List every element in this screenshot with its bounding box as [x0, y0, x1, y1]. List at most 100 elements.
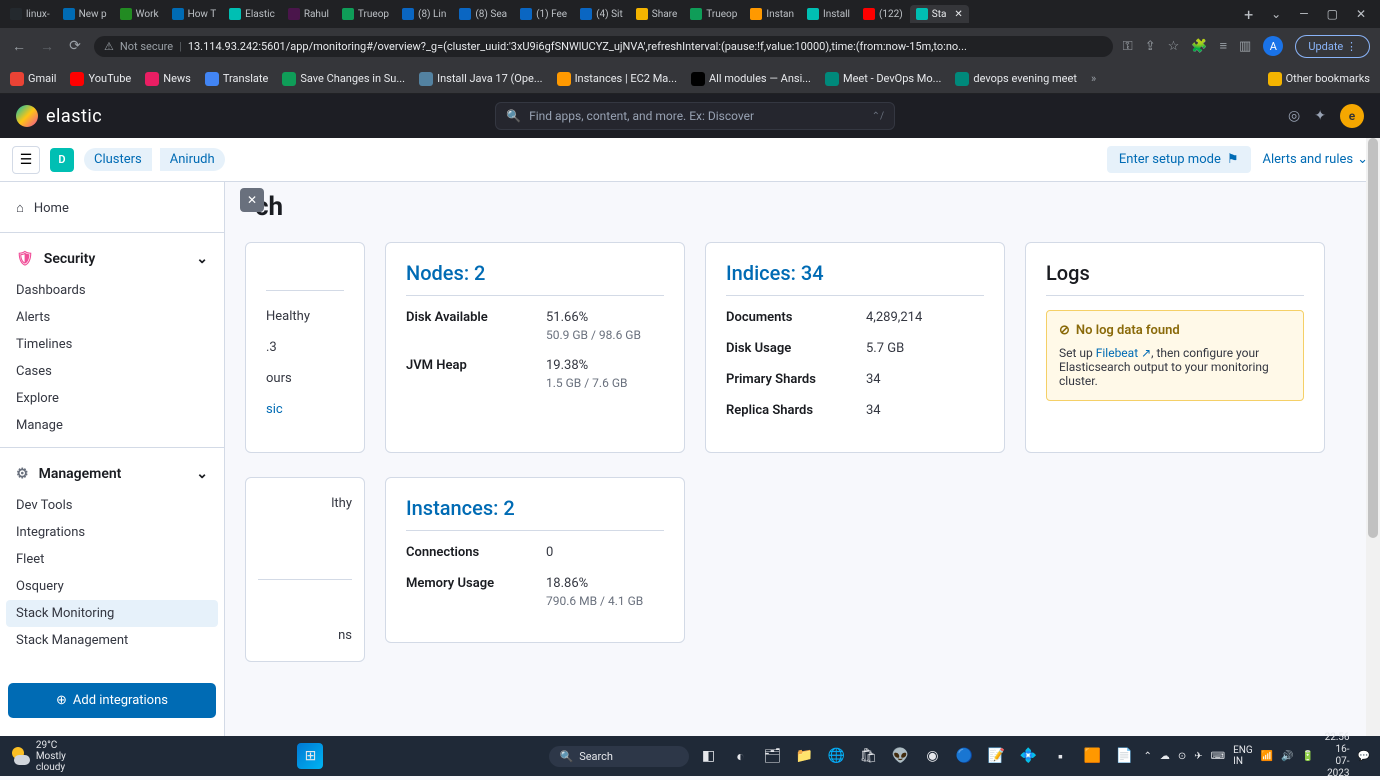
- support-icon[interactable]: ◎: [1288, 108, 1300, 124]
- sidebar-item[interactable]: Fleet: [0, 546, 224, 573]
- terminal-icon[interactable]: ▪: [1047, 743, 1073, 769]
- nodes-link[interactable]: Nodes: 2: [406, 261, 664, 296]
- breadcrumb-clusters[interactable]: Clusters: [84, 148, 152, 171]
- sidebar-item[interactable]: Stack Management: [0, 627, 224, 654]
- edge-icon[interactable]: 🌐: [823, 743, 849, 769]
- sidebar-home[interactable]: ⌂ Home: [0, 192, 224, 224]
- clock[interactable]: 22:56 16-07-2023: [1322, 732, 1349, 780]
- filebeat-link[interactable]: Filebeat ↗: [1096, 346, 1151, 360]
- sidepanel-icon[interactable]: ▥: [1239, 39, 1251, 54]
- weather-widget[interactable]: 29°C Mostly cloudy: [10, 740, 91, 773]
- back-icon[interactable]: ←: [10, 38, 28, 55]
- wifi-icon[interactable]: 📶: [1261, 751, 1273, 762]
- bookmark-item[interactable]: devops evening meet: [955, 72, 1077, 86]
- bookmark-item[interactable]: YouTube: [70, 72, 131, 86]
- reddit-icon[interactable]: 👽: [887, 743, 913, 769]
- browser-tab[interactable]: Trueop: [684, 5, 743, 23]
- browser-tab[interactable]: linux-: [4, 5, 56, 23]
- chrome-icon[interactable]: 🔵: [951, 743, 977, 769]
- bookmark-item[interactable]: News: [145, 72, 191, 86]
- bookmark-item[interactable]: Translate: [205, 72, 269, 86]
- indices-link[interactable]: Indices: 34: [726, 261, 984, 296]
- minimize-icon[interactable]: —: [1299, 7, 1308, 21]
- browser-tab[interactable]: (1) Fee: [514, 5, 573, 23]
- user-avatar[interactable]: e: [1340, 104, 1364, 128]
- elastic-search-input[interactable]: 🔍 Find apps, content, and more. Ex: Disc…: [495, 102, 895, 130]
- sidebar-security-section[interactable]: 🛡 Security ⌄: [0, 241, 224, 277]
- browser-tab[interactable]: (4) Sit: [574, 5, 629, 23]
- sidebar-item[interactable]: Dashboards: [0, 277, 224, 304]
- sidebar-item[interactable]: Osquery: [0, 573, 224, 600]
- browser-tab[interactable]: (8) Sea: [453, 5, 513, 23]
- cloud-icon[interactable]: ☁: [1160, 751, 1170, 762]
- tray-chevron-icon[interactable]: ⌃: [1143, 751, 1151, 762]
- add-integrations-button[interactable]: ⊕ Add integrations: [8, 683, 216, 718]
- battery-icon[interactable]: 🔋: [1302, 751, 1314, 762]
- close-flyout-button[interactable]: ✕: [240, 188, 264, 212]
- sidebar-item[interactable]: Timelines: [0, 331, 224, 358]
- browser-tab[interactable]: Work: [114, 5, 165, 23]
- alerts-dropdown[interactable]: Alerts and rules ⌄: [1263, 152, 1369, 167]
- sidebar-item[interactable]: Alerts: [0, 304, 224, 331]
- scrollbar-thumb[interactable]: [1368, 138, 1378, 538]
- new-tab-button[interactable]: +: [1238, 5, 1259, 24]
- volume-icon[interactable]: 🔊: [1281, 751, 1293, 762]
- reload-icon[interactable]: ⟳: [66, 38, 84, 54]
- close-window-icon[interactable]: ✕: [1356, 7, 1366, 21]
- files-icon[interactable]: 📁: [791, 743, 817, 769]
- browser-tab[interactable]: Sta✕: [910, 5, 969, 23]
- maximize-icon[interactable]: ▢: [1327, 7, 1338, 21]
- sidebar-item[interactable]: Stack Monitoring: [6, 600, 218, 627]
- taskview-icon[interactable]: ◧: [695, 743, 721, 769]
- list-icon[interactable]: ≡: [1219, 38, 1227, 54]
- dell-icon[interactable]: ◉: [919, 743, 945, 769]
- browser-tab[interactable]: Install: [801, 5, 856, 23]
- browser-tab[interactable]: New p: [57, 5, 113, 23]
- copilot-icon[interactable]: ◐: [727, 743, 753, 769]
- space-badge[interactable]: D: [50, 148, 74, 172]
- browser-tab[interactable]: Instan: [744, 5, 800, 23]
- bookmark-item[interactable]: Meet - DevOps Mo...: [825, 72, 941, 86]
- sidebar-management-section[interactable]: ⚙ Management ⌄: [0, 456, 224, 492]
- browser-tab[interactable]: How T: [166, 5, 223, 23]
- notes-icon[interactable]: 📝: [983, 743, 1009, 769]
- menu-toggle[interactable]: ☰: [12, 146, 40, 174]
- star-icon[interactable]: ☆: [1168, 39, 1180, 54]
- browser-tab[interactable]: (8) Lin: [396, 5, 452, 23]
- browser-tab[interactable]: Share: [630, 5, 683, 23]
- other-bookmarks[interactable]: Other bookmarks: [1268, 72, 1370, 86]
- word-icon[interactable]: 📄: [1111, 743, 1137, 769]
- profile-avatar[interactable]: A: [1263, 36, 1283, 56]
- keyboard-icon[interactable]: ⌨: [1211, 751, 1225, 762]
- sidebar-item[interactable]: Explore: [0, 385, 224, 412]
- newsfeed-icon[interactable]: ✦: [1314, 108, 1326, 124]
- bookmark-item[interactable]: Install Java 17 (Ope...: [419, 72, 542, 86]
- notification-icon[interactable]: 💬: [1358, 751, 1370, 762]
- license-link[interactable]: sic: [266, 394, 344, 425]
- address-bar[interactable]: ⚠ Not secure | 13.114.93.242:5601/app/mo…: [94, 36, 1113, 57]
- browser-tab[interactable]: Trueop: [336, 5, 395, 23]
- bookmark-item[interactable]: Instances | EC2 Ma...: [557, 72, 677, 86]
- browser-tab[interactable]: (122): [857, 5, 909, 23]
- sidebar-item[interactable]: Manage: [0, 412, 224, 439]
- app-icon[interactable]: 🟧: [1079, 743, 1105, 769]
- browser-tab[interactable]: Elastic: [223, 5, 281, 23]
- sidebar-item[interactable]: Dev Tools: [0, 492, 224, 519]
- key-icon[interactable]: ⚿: [1123, 39, 1133, 54]
- chevron-down-icon[interactable]: ⌄: [1271, 7, 1281, 21]
- bookmark-item[interactable]: Save Changes in Su...: [282, 72, 405, 86]
- control-icon[interactable]: ⊙: [1178, 751, 1186, 762]
- scrollbar[interactable]: [1366, 138, 1380, 736]
- bookmark-item[interactable]: Gmail: [10, 72, 56, 86]
- store-icon[interactable]: 🛍: [855, 743, 881, 769]
- browser-tab[interactable]: Rahul: [282, 5, 335, 23]
- forward-icon[interactable]: →: [38, 38, 56, 55]
- explorer-icon[interactable]: 🗂: [759, 743, 785, 769]
- bookmark-overflow[interactable]: »: [1091, 72, 1096, 85]
- share-icon[interactable]: ⇪: [1145, 39, 1156, 54]
- sidebar-item[interactable]: Cases: [0, 358, 224, 385]
- instances-link[interactable]: Instances: 2: [406, 496, 664, 531]
- send-icon[interactable]: ✈: [1194, 751, 1202, 762]
- update-button[interactable]: Update ⋮: [1295, 35, 1370, 58]
- extensions-icon[interactable]: 🧩: [1191, 39, 1207, 54]
